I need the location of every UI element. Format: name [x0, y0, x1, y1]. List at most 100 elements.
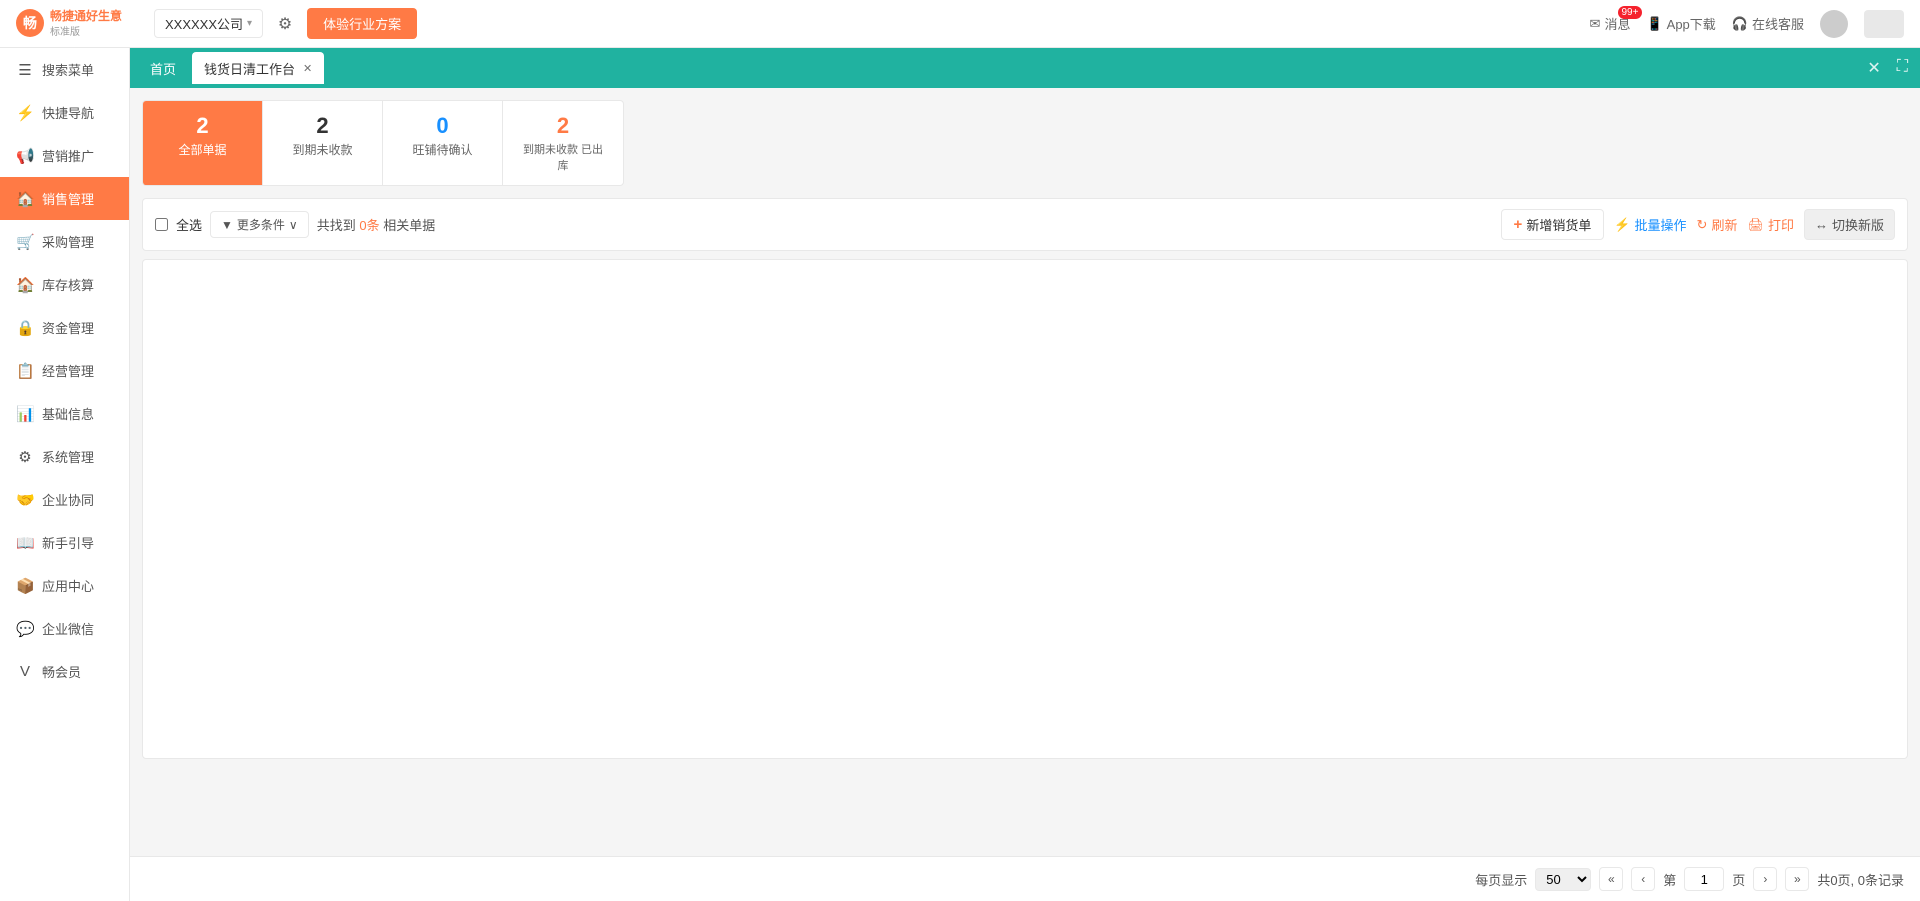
- add-sale-order-button[interactable]: + 新增销货单: [1501, 209, 1605, 240]
- logo-sub: 标准版: [50, 23, 122, 38]
- page-size-label: 每页显示: [1475, 870, 1527, 889]
- sidebar-item-system[interactable]: ⚙ 系统管理: [0, 435, 129, 478]
- top-header: 畅 畅捷通好生意 标准版 XXXXXX公司 ▾ ⚙ 体验行业方案 ✉ 消息 99…: [0, 0, 1920, 48]
- sidebar-item-search-menu[interactable]: ☰ 搜索菜单: [0, 48, 129, 91]
- card-overdue-undelivered-num: 2: [519, 113, 607, 139]
- main-content: 2 全部单据 2 到期未收款 0 旺铺待确认 2 到期未收款 已出库 全选: [130, 88, 1920, 901]
- print-button[interactable]: 🖨 打印: [1747, 215, 1794, 234]
- search-menu-icon: ☰: [16, 61, 34, 79]
- toolbar-right: + 新增销货单 ⚡ 批量操作 ↻ 刷新 🖨 打印 ↔ 切换新版: [1501, 209, 1895, 240]
- sidebar-item-wechat[interactable]: 💬 企业微信: [0, 607, 129, 650]
- next-page-button[interactable]: ›: [1753, 867, 1777, 891]
- sidebar-item-operation[interactable]: 📋 经营管理: [0, 349, 129, 392]
- sidebar-label-guide: 新手引导: [42, 533, 94, 552]
- card-all-label: 全部单据: [159, 141, 246, 158]
- tab-expand-icon[interactable]: ⛶: [1893, 54, 1912, 82]
- page-label: 第: [1663, 870, 1676, 889]
- tab-bar: 首页 钱货日清工作台 ✕ ✕ ⛶: [130, 48, 1920, 88]
- last-page-button[interactable]: »: [1785, 867, 1809, 891]
- filter-label: 更多条件: [237, 216, 285, 233]
- message-badge: 99+: [1618, 6, 1643, 19]
- tab-home[interactable]: 首页: [138, 52, 188, 84]
- sidebar-item-enterprise[interactable]: 🤝 企业协同: [0, 478, 129, 521]
- card-all-num: 2: [159, 113, 246, 139]
- card-overdue-undelivered-label: 到期未收款 已出库: [519, 141, 607, 173]
- sidebar-item-marketing[interactable]: 📢 营销推广: [0, 134, 129, 177]
- app-download-item[interactable]: 📱 App下载: [1646, 14, 1715, 33]
- sidebar-item-inventory[interactable]: 🏠 库存核算: [0, 263, 129, 306]
- message-item[interactable]: ✉ 消息 99+: [1590, 14, 1631, 33]
- app-center-icon: 📦: [16, 577, 34, 595]
- table-area: [142, 259, 1908, 759]
- refresh-icon: ↻: [1697, 217, 1708, 233]
- sales-icon: 🏠: [16, 190, 34, 208]
- prev-page-button[interactable]: ‹: [1631, 867, 1655, 891]
- filter-button[interactable]: ▼ 更多条件 ∨: [210, 211, 309, 238]
- page-number-input[interactable]: [1684, 867, 1724, 891]
- sidebar-item-guide[interactable]: 📖 新手引导: [0, 521, 129, 564]
- guide-icon: 📖: [16, 534, 34, 552]
- card-wangpu-label: 旺铺待确认: [399, 141, 486, 158]
- online-service-item[interactable]: 🎧 在线客服: [1732, 14, 1804, 33]
- app-download-icon: 📱: [1646, 16, 1662, 32]
- operation-icon: 📋: [16, 362, 34, 380]
- print-icon: 🖨: [1747, 217, 1764, 233]
- headset-icon: 🎧: [1732, 16, 1748, 32]
- page-suffix: 页: [1732, 870, 1745, 889]
- avatar[interactable]: [1820, 10, 1848, 38]
- system-icon: ⚙: [16, 448, 34, 466]
- sidebar-label-base-info: 基础信息: [42, 404, 94, 423]
- company-selector[interactable]: XXXXXX公司 ▾: [154, 9, 263, 38]
- logo-text: 畅捷通好生意: [50, 9, 122, 23]
- card-overdue-unpaid[interactable]: 2 到期未收款: [263, 101, 383, 185]
- select-all-checkbox[interactable]: [155, 218, 168, 231]
- filter-icon: ▼: [221, 218, 233, 232]
- switch-version-button[interactable]: ↔ 切换新版: [1804, 209, 1895, 240]
- settings-button[interactable]: ⚙: [271, 10, 299, 38]
- message-icon: ✉: [1590, 16, 1601, 32]
- card-all[interactable]: 2 全部单据: [143, 101, 263, 185]
- sidebar-item-sales[interactable]: 🏠 销售管理: [0, 177, 129, 220]
- refresh-label: 刷新: [1711, 215, 1737, 234]
- batch-operation-button[interactable]: ⚡ 批量操作: [1614, 215, 1686, 234]
- toolbar: 全选 ▼ 更多条件 ∨ 共找到 0条 相关单据 + 新增销货单 ⚡ 批量操作: [142, 198, 1908, 251]
- sidebar-item-quick-nav[interactable]: ⚡ 快捷导航: [0, 91, 129, 134]
- marketing-icon: 📢: [16, 147, 34, 165]
- sidebar-label-purchase: 采购管理: [42, 232, 94, 251]
- switch-label: 切换新版: [1832, 215, 1884, 234]
- sidebar-item-member[interactable]: V 畅会员: [0, 650, 129, 693]
- switch-icon: ↔: [1815, 217, 1828, 232]
- first-page-button[interactable]: «: [1599, 867, 1623, 891]
- enterprise-icon: 🤝: [16, 491, 34, 509]
- sidebar-item-finance[interactable]: 🔒 资金管理: [0, 306, 129, 349]
- tab-close-icon[interactable]: ✕: [303, 62, 312, 75]
- card-wangpu[interactable]: 0 旺铺待确认: [383, 101, 503, 185]
- purchase-icon: 🛒: [16, 233, 34, 251]
- sidebar-label-sales: 销售管理: [42, 189, 94, 208]
- header-right: ✉ 消息 99+ 📱 App下载 🎧 在线客服: [1590, 10, 1904, 38]
- batch-icon: ⚡: [1614, 217, 1630, 233]
- industry-button[interactable]: 体验行业方案: [307, 8, 417, 39]
- wechat-icon: 💬: [16, 620, 34, 638]
- sidebar-item-base-info[interactable]: 📊 基础信息: [0, 392, 129, 435]
- sidebar-label-inventory: 库存核算: [42, 275, 94, 294]
- sidebar-label-finance: 资金管理: [42, 318, 94, 337]
- sidebar-item-purchase[interactable]: 🛒 采购管理: [0, 220, 129, 263]
- toolbar-left: 全选 ▼ 更多条件 ∨ 共找到 0条 相关单据: [155, 211, 1493, 238]
- card-overdue-undelivered[interactable]: 2 到期未收款 已出库: [503, 101, 623, 185]
- finance-icon: 🔒: [16, 319, 34, 337]
- tab-close-all-icon[interactable]: ✕: [1863, 54, 1884, 82]
- sidebar-item-app-center[interactable]: 📦 应用中心: [0, 564, 129, 607]
- refresh-button[interactable]: ↻ 刷新: [1697, 215, 1738, 234]
- page-size-select[interactable]: 50 10 20 100: [1535, 868, 1591, 891]
- sidebar: ☰ 搜索菜单 ⚡ 快捷导航 📢 营销推广 🏠 销售管理 🛒 采购管理 🏠 库存核…: [0, 48, 130, 901]
- card-overdue-unpaid-num: 2: [279, 113, 366, 139]
- print-label: 打印: [1768, 215, 1794, 234]
- summary-cards: 2 全部单据 2 到期未收款 0 旺铺待确认 2 到期未收款 已出库: [142, 100, 624, 186]
- base-info-icon: 📊: [16, 405, 34, 423]
- sidebar-label-search-menu: 搜索菜单: [42, 60, 94, 79]
- username-area: [1864, 10, 1904, 38]
- tab-home-label: 首页: [150, 59, 176, 78]
- tab-cashflow[interactable]: 钱货日清工作台 ✕: [192, 52, 324, 84]
- total-text: 共0页, 0条记录: [1817, 870, 1904, 889]
